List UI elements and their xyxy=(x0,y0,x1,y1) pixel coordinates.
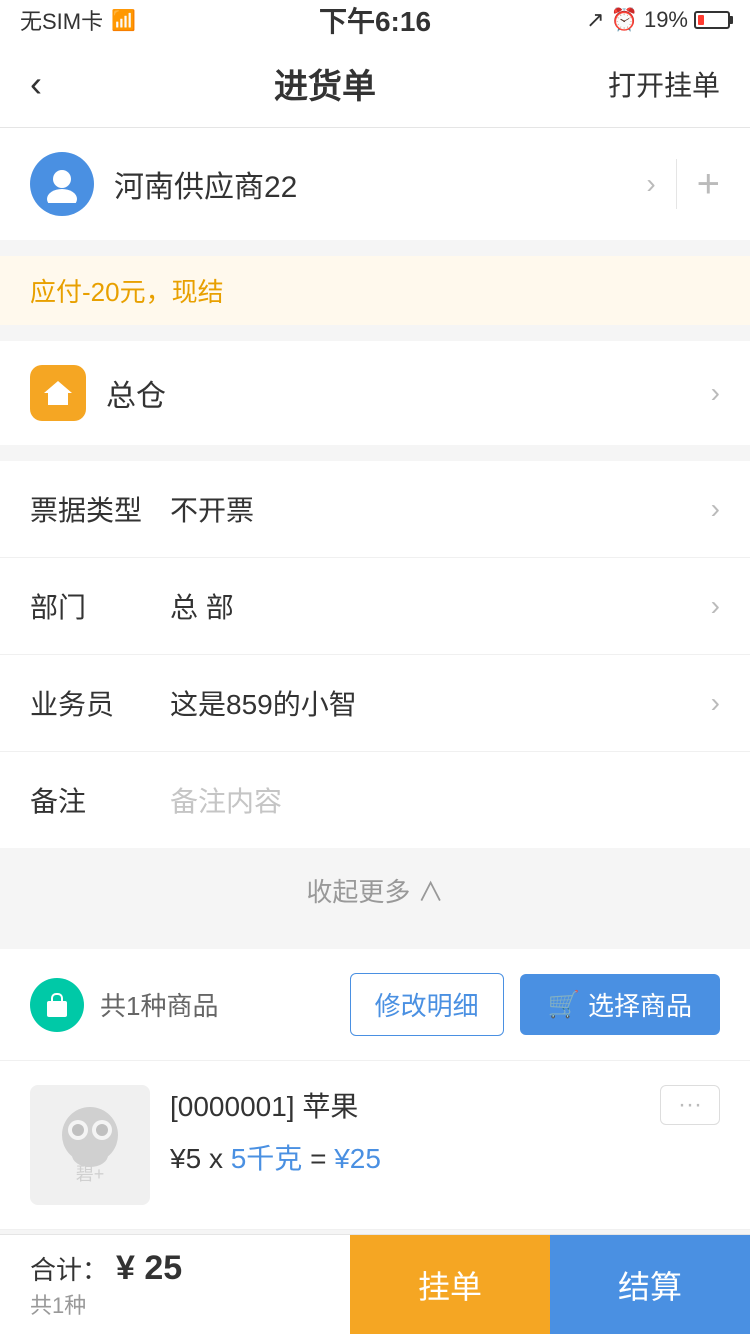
product-header: 共1种商品 修改明细 🛒 选择商品 xyxy=(0,949,750,1061)
supplier-row[interactable]: 河南供应商22 › + xyxy=(0,128,750,240)
divider xyxy=(676,159,677,209)
open-pending-button[interactable]: 打开挂单 xyxy=(608,64,720,104)
bottom-bar: 合计： ¥ 25 共1种 挂单 结算 xyxy=(0,1234,750,1334)
notice-bar: 应付-20元，现结 xyxy=(0,256,750,325)
remark-label: 备注 xyxy=(30,780,150,820)
wifi-icon: 📶 xyxy=(111,8,136,33)
select-product-button[interactable]: 🛒 选择商品 xyxy=(520,974,720,1035)
product-name: [0000001] 苹果 xyxy=(170,1085,650,1125)
invoice-row[interactable]: 票据类型 不开票 › xyxy=(0,461,750,558)
chevron-right-icon: › xyxy=(711,377,720,409)
home-icon xyxy=(42,377,74,409)
notice-text: 应付-20元，现结 xyxy=(30,277,224,307)
add-button[interactable]: + xyxy=(697,162,720,207)
total-price: ¥25 xyxy=(334,1143,381,1174)
alarm-icon: ⏰ xyxy=(611,7,638,33)
direction-icon: ↗ xyxy=(586,7,604,33)
total-row: 合计： ¥ 25 xyxy=(30,1249,320,1288)
supplier-section: 河南供应商22 › + xyxy=(0,128,750,240)
page-title: 进货单 xyxy=(274,59,376,108)
supplier-avatar xyxy=(30,152,94,216)
department-value: 总 部 xyxy=(150,586,711,626)
chevron-right-icon: › xyxy=(711,687,720,719)
price-x: x xyxy=(209,1143,231,1174)
product-thumbnail: 碧+ xyxy=(30,1085,150,1205)
department-row[interactable]: 部门 总 部 › xyxy=(0,558,750,655)
product-icon-wrap xyxy=(30,978,84,1032)
product-thumb-icon: 碧+ xyxy=(45,1100,135,1190)
cart-icon: 🛒 xyxy=(548,989,580,1020)
total-amount: ¥ 25 xyxy=(116,1249,182,1288)
chevron-right-icon: › xyxy=(646,168,655,200)
chevron-right-icon: › xyxy=(711,590,720,622)
equals: = xyxy=(310,1143,334,1174)
back-button[interactable]: ‹ xyxy=(30,63,42,105)
remark-row[interactable]: 备注 备注内容 xyxy=(0,752,750,848)
salesperson-row[interactable]: 业务员 这是859的小智 › xyxy=(0,655,750,752)
hold-button[interactable]: 挂单 xyxy=(350,1235,550,1334)
status-time: 下午6:16 xyxy=(319,0,431,40)
battery-label: 19% xyxy=(644,7,688,33)
unit-price: ¥5 xyxy=(170,1143,201,1174)
remark-input[interactable]: 备注内容 xyxy=(150,780,720,820)
warehouse-icon xyxy=(30,365,86,421)
total-count: 共1种 xyxy=(30,1288,320,1320)
total-section: 合计： ¥ 25 共1种 xyxy=(0,1249,350,1320)
network-label: 无SIM卡 xyxy=(20,4,103,36)
content: 河南供应商22 › + 应付-20元，现结 总仓 › 票据类型 不开票 › 部门… xyxy=(0,128,750,1330)
edit-detail-button[interactable]: 修改明细 xyxy=(350,973,504,1036)
status-left: 无SIM卡 📶 xyxy=(20,4,136,36)
supplier-name: 河南供应商22 xyxy=(114,162,646,206)
product-count: 共1种商品 xyxy=(100,986,350,1023)
product-title: 苹果 xyxy=(302,1091,358,1122)
department-label: 部门 xyxy=(30,586,150,626)
person-icon xyxy=(43,165,81,203)
checkout-button[interactable]: 结算 xyxy=(550,1235,750,1334)
battery-icon xyxy=(694,11,730,29)
chevron-right-icon: › xyxy=(711,493,720,525)
product-item: 碧+ [0000001] 苹果 ¥5 x 5千克 = ¥25 ··· xyxy=(0,1061,750,1230)
product-info: [0000001] 苹果 ¥5 x 5千克 = ¥25 xyxy=(170,1085,650,1177)
status-bar: 无SIM卡 📶 下午6:16 ↗ ⏰ 19% xyxy=(0,0,750,40)
quantity: 5千克 xyxy=(231,1143,303,1174)
warehouse-name: 总仓 xyxy=(106,371,711,415)
product-more-button[interactable]: ··· xyxy=(660,1085,720,1125)
select-product-label: 选择商品 xyxy=(588,986,692,1023)
battery-fill xyxy=(698,15,704,25)
product-price: ¥5 x 5千克 = ¥25 xyxy=(170,1137,650,1177)
salesperson-value: 这是859的小智 xyxy=(150,683,711,723)
collapse-button[interactable]: 收起更多 ∧ xyxy=(0,848,750,933)
form-section: 票据类型 不开票 › 部门 总 部 › 业务员 这是859的小智 › 备注 备注… xyxy=(0,461,750,848)
nav-bar: ‹ 进货单 打开挂单 xyxy=(0,40,750,128)
total-label: 合计： xyxy=(30,1250,108,1287)
product-id: [0000001] xyxy=(170,1091,295,1122)
warehouse-row[interactable]: 总仓 › xyxy=(0,341,750,445)
product-section: 共1种商品 修改明细 🛒 选择商品 碧+ xyxy=(0,949,750,1230)
bag-icon xyxy=(41,989,73,1021)
invoice-label: 票据类型 xyxy=(30,489,150,529)
svg-text:碧+: 碧+ xyxy=(76,1164,105,1184)
status-right: ↗ ⏰ 19% xyxy=(586,7,730,33)
invoice-value: 不开票 xyxy=(150,489,711,529)
salesperson-label: 业务员 xyxy=(30,683,150,723)
